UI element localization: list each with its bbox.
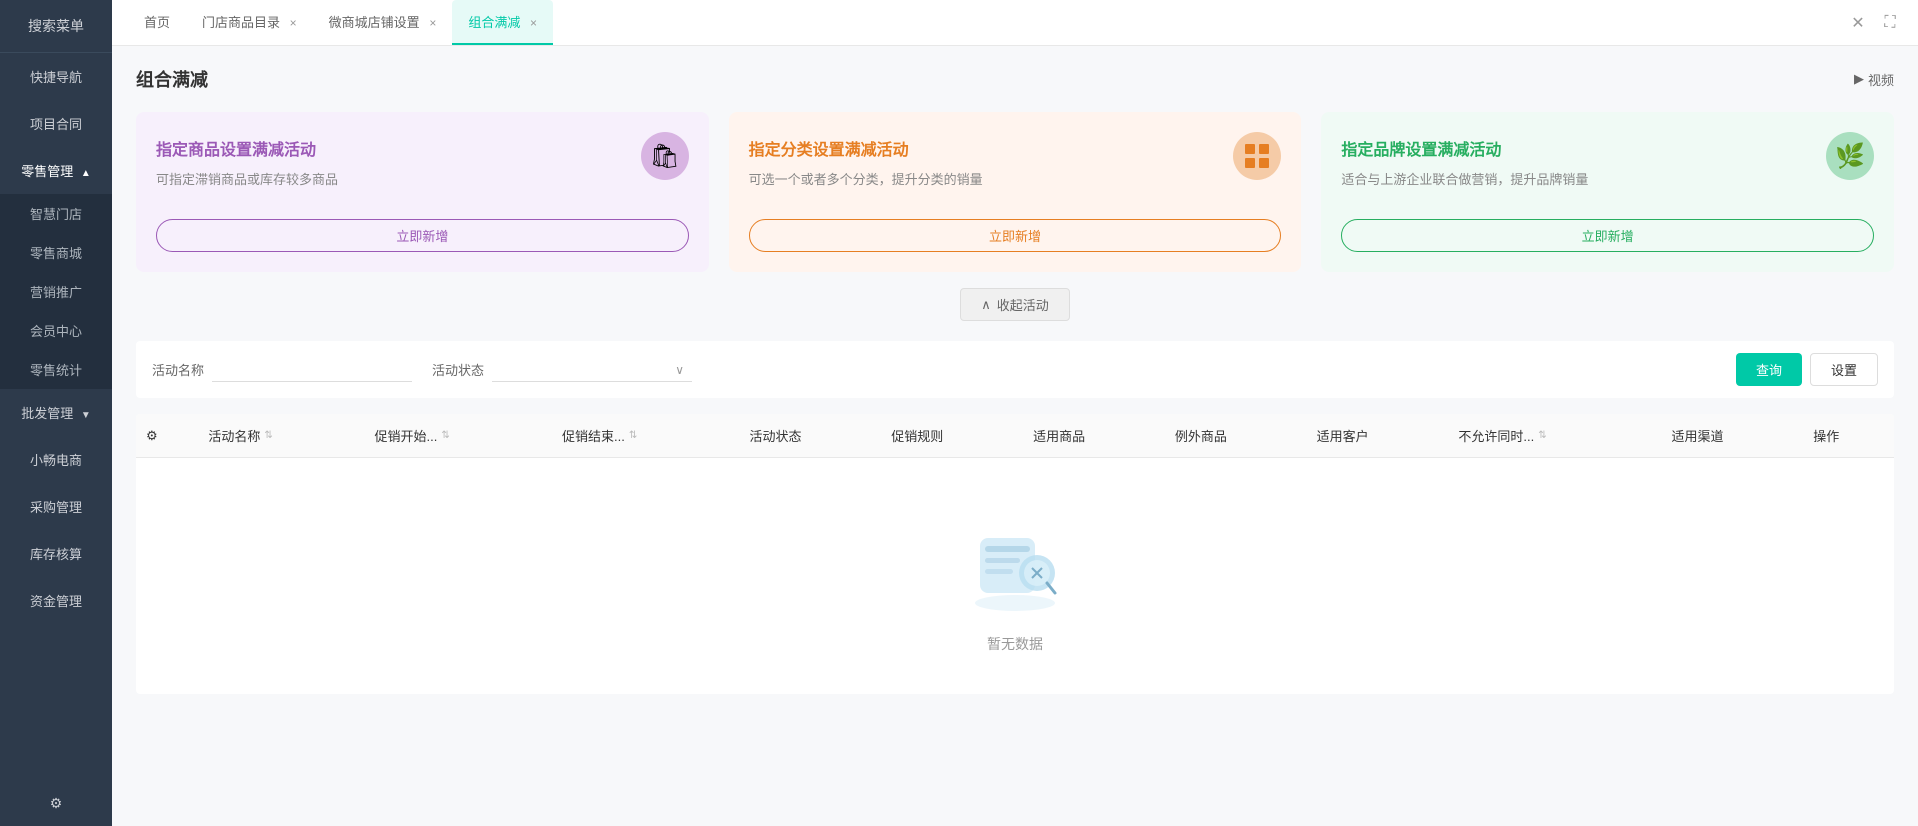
sidebar-item-retail-management[interactable]: 零售管理 ▲	[0, 147, 112, 194]
tab-combo-discount-close[interactable]: ×	[530, 16, 537, 30]
activity-card-brand: 指定品牌设置满减活动 🌿 适合与上游企业联合做营销，提升品牌销量 立即新增	[1321, 112, 1894, 272]
sidebar-item-project-contract[interactable]: 项目合同	[0, 100, 112, 147]
page-header: 组合满减 ▶ 视频	[136, 66, 1894, 92]
chevron-down-icon: ▼	[81, 410, 91, 421]
sidebar-item-retail-mall[interactable]: 零售商城	[0, 233, 112, 272]
card-brand-icon: 🌿	[1826, 132, 1874, 180]
th-applicable-channel: 适用渠道	[1662, 414, 1804, 458]
card-product-icon: 🛍	[641, 132, 689, 180]
filter-bar: 活动名称 活动状态 ∨ 查询 设置	[136, 341, 1894, 398]
empty-icon	[955, 518, 1075, 618]
bag-icon: 🛍	[649, 142, 679, 171]
video-link[interactable]: ▶ 视频	[1854, 70, 1894, 89]
activity-cards: 指定商品设置满减活动 🛍 可指定滞销商品或库存较多商品 立即新增 指定分类设置满…	[136, 112, 1894, 272]
activity-name-label: 活动名称	[152, 360, 204, 379]
sidebar-item-smart-store[interactable]: 智慧门店	[0, 194, 112, 233]
th-not-allow-simultaneous[interactable]: 不允许同时... ⇅	[1448, 414, 1661, 458]
empty-text: 暂无数据	[987, 634, 1043, 654]
settings-icon: ⚙	[146, 428, 158, 443]
collapse-button[interactable]: ∧ 收起活动	[960, 288, 1070, 321]
leaf-icon: 🌿	[1835, 142, 1865, 171]
add-brand-discount-button[interactable]: 立即新增	[1341, 219, 1874, 252]
close-window-button[interactable]: ✕	[1846, 11, 1870, 35]
sidebar-item-inventory[interactable]: 库存核算	[0, 530, 112, 577]
card-category-title: 指定分类设置满减活动	[749, 136, 1282, 160]
add-product-discount-button[interactable]: 立即新增	[156, 219, 689, 252]
data-table: ⚙ 活动名称 ⇅ 促销开始... ⇅	[136, 414, 1894, 458]
sidebar-search[interactable]: 搜索菜单	[0, 0, 112, 53]
page-title: 组合满减	[136, 66, 208, 92]
chevron-up-icon: ▲	[81, 168, 91, 179]
sidebar-item-finance[interactable]: 资金管理	[0, 577, 112, 624]
activity-name-input[interactable]	[212, 358, 412, 382]
filter-activity-name: 活动名称	[152, 358, 412, 382]
th-promo-rule: 促销规则	[881, 414, 1023, 458]
sidebar-settings-button[interactable]: ⚙	[0, 781, 112, 826]
query-button[interactable]: 查询	[1736, 353, 1802, 386]
card-category-icon	[1233, 132, 1281, 180]
tab-combo-discount[interactable]: 组合满减 ×	[452, 0, 553, 45]
tab-bar-actions: ✕ ⛶	[1846, 11, 1902, 35]
th-applicable-customer: 适用客户	[1307, 414, 1449, 458]
th-settings[interactable]: ⚙	[136, 414, 198, 458]
tab-home[interactable]: 首页	[128, 0, 186, 45]
sort-icon: ⇅	[629, 430, 637, 441]
card-brand-desc: 适合与上游企业联合做营销，提升品牌销量	[1341, 170, 1874, 203]
sidebar-item-purchase-management[interactable]: 采购管理	[0, 483, 112, 530]
card-category-desc: 可选一个或者多个分类，提升分类的销量	[749, 170, 1282, 203]
filter-activity-status: 活动状态 ∨	[432, 358, 692, 382]
sidebar-item-member-center[interactable]: 会员中心	[0, 311, 112, 350]
sidebar: 搜索菜单 快捷导航 项目合同 零售管理 ▲ 智慧门店 零售商城 营销推广 会员中…	[0, 0, 112, 826]
th-promo-end[interactable]: 促销结束... ⇅	[552, 414, 740, 458]
settings-button[interactable]: 设置	[1810, 353, 1878, 386]
activity-card-category: 指定分类设置满减活动 可选一个或者多个分类，提升分类的销量 立即新增	[729, 112, 1302, 272]
table-container: ⚙ 活动名称 ⇅ 促销开始... ⇅	[136, 414, 1894, 694]
activity-status-select-wrapper: ∨	[492, 358, 692, 382]
filter-actions: 查询 设置	[1736, 353, 1878, 386]
activity-status-label: 活动状态	[432, 360, 484, 379]
sort-icon: ⇅	[441, 430, 449, 441]
tab-wechat-store-close[interactable]: ×	[429, 16, 436, 30]
tab-store-catalog[interactable]: 门店商品目录 ×	[186, 0, 313, 45]
sort-icon: ⇅	[1538, 430, 1546, 441]
card-brand-title: 指定品牌设置满减活动	[1341, 136, 1874, 160]
collapse-bar: ∧ 收起活动	[136, 288, 1894, 321]
play-icon: ▶	[1854, 71, 1864, 87]
card-product-title: 指定商品设置满减活动	[156, 136, 689, 160]
activity-status-select[interactable]	[492, 358, 692, 382]
grid-icon	[1243, 142, 1271, 170]
th-activity-name[interactable]: 活动名称 ⇅	[198, 414, 364, 458]
sort-icon: ⇅	[264, 430, 272, 441]
sidebar-item-marketing[interactable]: 营销推广	[0, 272, 112, 311]
th-applicable-goods: 适用商品	[1023, 414, 1165, 458]
sidebar-item-retail-stats[interactable]: 零售统计	[0, 350, 112, 389]
add-category-discount-button[interactable]: 立即新增	[749, 219, 1282, 252]
table-header: ⚙ 活动名称 ⇅ 促销开始... ⇅	[136, 414, 1894, 458]
tab-bar: 首页 门店商品目录 × 微商城店铺设置 × 组合满减 × ✕ ⛶	[112, 0, 1918, 46]
tab-store-catalog-close[interactable]: ×	[290, 16, 297, 30]
chevron-up-icon: ∧	[981, 297, 991, 313]
maximize-button[interactable]: ⛶	[1878, 11, 1902, 35]
sidebar-item-wholesale-management[interactable]: 批发管理 ▼	[0, 389, 112, 436]
th-exception-goods: 例外商品	[1165, 414, 1307, 458]
sidebar-item-quick-nav[interactable]: 快捷导航	[0, 53, 112, 100]
gear-icon: ⚙	[50, 795, 63, 811]
sidebar-item-ecommerce[interactable]: 小畅电商	[0, 436, 112, 483]
empty-state: 暂无数据	[136, 458, 1894, 694]
tab-wechat-store[interactable]: 微商城店铺设置 ×	[313, 0, 453, 45]
card-product-desc: 可指定滞销商品或库存较多商品	[156, 170, 689, 203]
activity-card-product: 指定商品设置满减活动 🛍 可指定滞销商品或库存较多商品 立即新增	[136, 112, 709, 272]
th-activity-status: 活动状态	[740, 414, 882, 458]
th-promo-start[interactable]: 促销开始... ⇅	[365, 414, 553, 458]
th-operation: 操作	[1803, 414, 1894, 458]
main-area: 首页 门店商品目录 × 微商城店铺设置 × 组合满减 × ✕ ⛶ 组合满减 ▶ …	[112, 0, 1918, 826]
page-content: 组合满减 ▶ 视频 指定商品设置满减活动 🛍 可指定滞销商品或库存较多商品 立即…	[112, 46, 1918, 826]
